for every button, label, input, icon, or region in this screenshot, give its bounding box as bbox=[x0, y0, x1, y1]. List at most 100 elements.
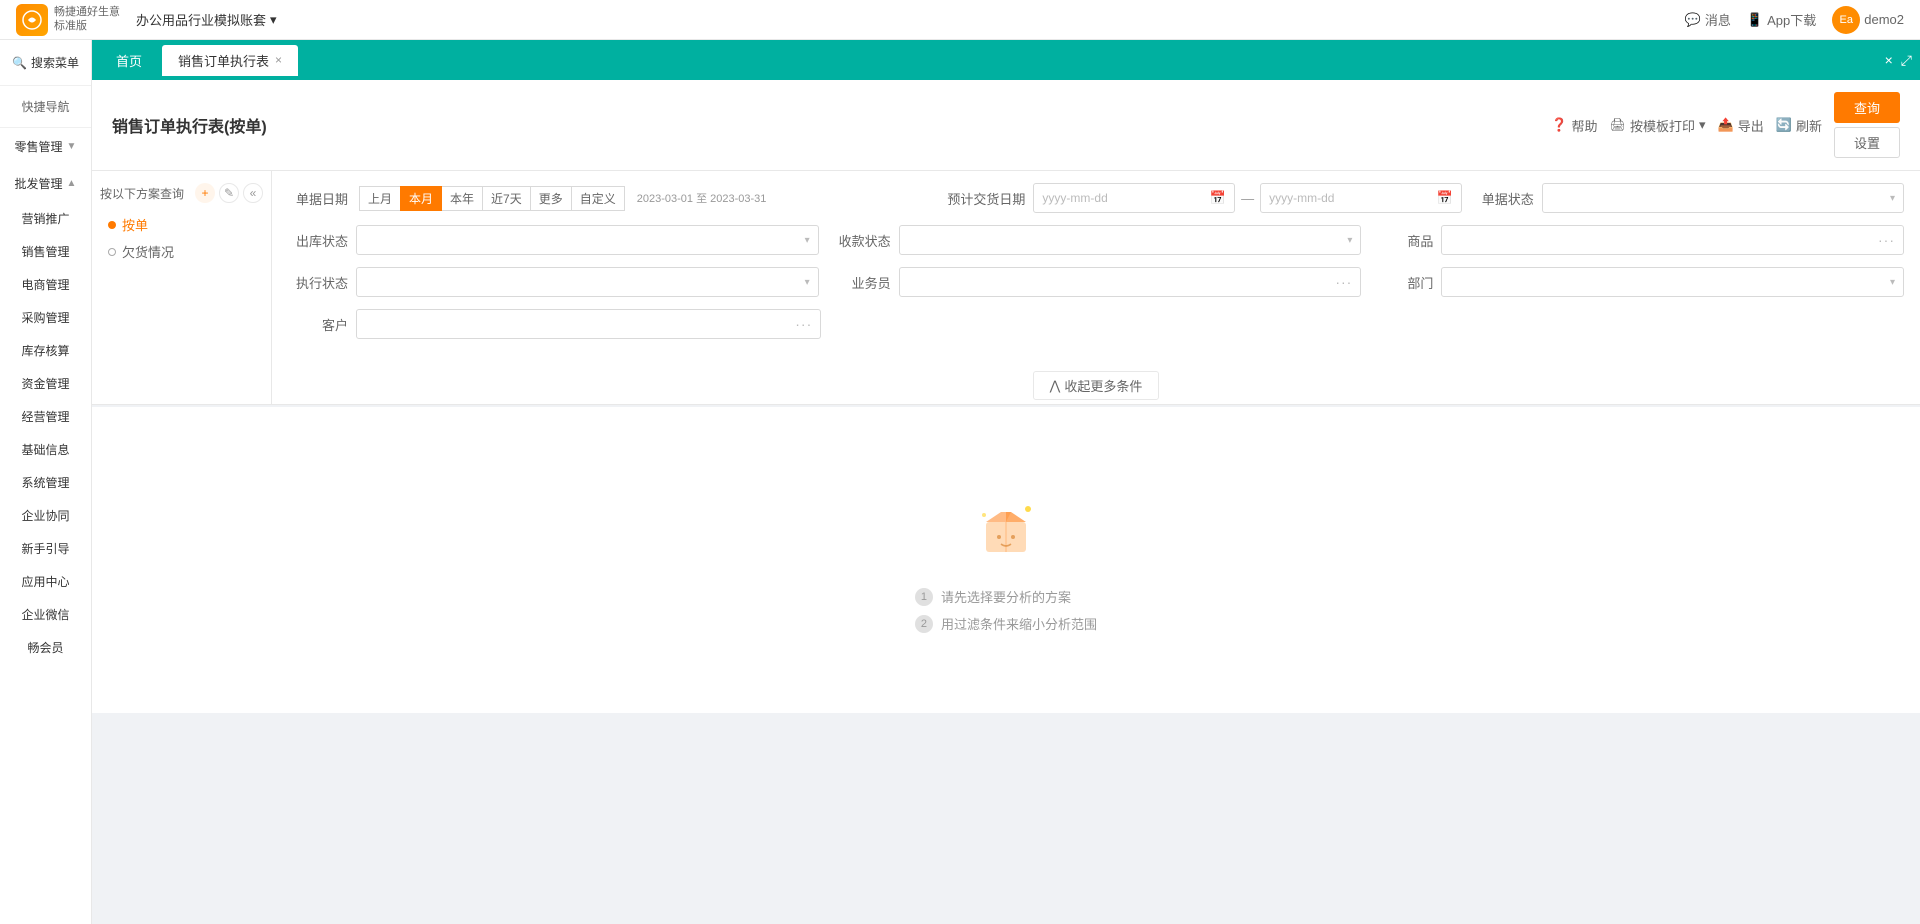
filter-item-status: 单据状态 ▾ bbox=[1474, 183, 1904, 213]
filter-item-ship: 出库状态 ▾ bbox=[288, 225, 819, 255]
sidebar-item-system[interactable]: 系统管理 bbox=[0, 466, 91, 499]
sidebar-item-member[interactable]: 畅会员 bbox=[0, 631, 91, 664]
page-header: 销售订单执行表(按单) ❓ 帮助 🖨 按模板打印 ▾ 📤 bbox=[92, 80, 1920, 171]
date-opt-last-month[interactable]: 上月 bbox=[359, 186, 401, 211]
scheme-item-shortage[interactable]: 欠货情况 bbox=[100, 238, 263, 265]
scheme-item-order[interactable]: 按单 bbox=[100, 211, 263, 238]
collect-status-label: 收款状态 bbox=[831, 231, 891, 250]
logo-icon bbox=[16, 4, 48, 36]
tab-home[interactable]: 首页 bbox=[100, 45, 158, 76]
filter-panel-top: 按以下方案查询 + ✎ « 按单 bbox=[92, 171, 1920, 404]
export-btn[interactable]: 📤 导出 bbox=[1718, 116, 1764, 135]
tip-num-1: 1 bbox=[915, 588, 933, 606]
collapse-icon: ⋀ bbox=[1050, 378, 1061, 394]
exec-status-select[interactable]: ▾ bbox=[356, 267, 819, 297]
filter-item-exec-status: 执行状态 ▾ bbox=[288, 267, 819, 297]
app-selector[interactable]: 办公用品行业模拟账套 ▾ bbox=[128, 6, 285, 33]
date-opt-last7[interactable]: 近7天 bbox=[482, 186, 531, 211]
avatar: Ea bbox=[1832, 6, 1860, 34]
product-label: 商品 bbox=[1373, 231, 1433, 250]
date-opt-more[interactable]: 更多 bbox=[530, 186, 572, 211]
ship-status-select[interactable]: ▾ bbox=[356, 225, 819, 255]
status-label: 单据状态 bbox=[1474, 189, 1534, 208]
tab-close-btn[interactable]: × bbox=[275, 53, 282, 67]
customer-input[interactable]: ··· bbox=[356, 309, 821, 339]
expected-date-start[interactable]: yyyy-mm-dd 📅 bbox=[1033, 183, 1235, 213]
scheme-edit-btn[interactable]: ✎ bbox=[219, 183, 239, 203]
sidebar-item-purchase[interactable]: 采购管理 bbox=[0, 301, 91, 334]
query-btn[interactable]: 查询 bbox=[1834, 92, 1900, 123]
date-opt-this-month[interactable]: 本月 bbox=[400, 186, 442, 211]
sidebar: 🔍 搜索菜单 快捷导航 零售管理 ▼ 批发管理 ▲ 营销推广 销售管理 电商管理… bbox=[0, 40, 92, 924]
quick-nav[interactable]: 快捷导航 bbox=[0, 86, 91, 128]
expected-date-label: 预计交货日期 bbox=[945, 189, 1025, 208]
filter-item-expected-date: 预计交货日期 yyyy-mm-dd 📅 — bbox=[945, 183, 1461, 213]
window-close-btn[interactable]: × bbox=[1885, 52, 1893, 68]
page-header-actions: ❓ 帮助 🖨 按模板打印 ▾ 📤 导出 🔄 bbox=[1551, 92, 1900, 158]
scheme-active-dot bbox=[108, 221, 116, 229]
sidebar-item-retail[interactable]: 零售管理 ▼ bbox=[0, 128, 91, 165]
product-more-icon: ··· bbox=[1878, 232, 1895, 248]
search-menu-btn[interactable]: 🔍 搜索菜单 bbox=[8, 48, 83, 77]
tab-active[interactable]: 销售订单执行表 × bbox=[162, 45, 298, 76]
sidebar-item-basic-info[interactable]: 基础信息 bbox=[0, 433, 91, 466]
help-icon: ❓ bbox=[1551, 117, 1567, 133]
filter-conditions-wrapper: 单据日期 上月 本月 本年 近7天 更多 bbox=[272, 171, 1920, 404]
expand-icon: ▲ bbox=[67, 178, 77, 189]
sidebar-item-inventory[interactable]: 库存核算 bbox=[0, 334, 91, 367]
main-container: 🔍 搜索菜单 快捷导航 零售管理 ▼ 批发管理 ▲ 营销推广 销售管理 电商管理… bbox=[0, 40, 1920, 924]
quick-nav-label[interactable]: 快捷导航 bbox=[0, 94, 91, 119]
sidebar-item-app-center[interactable]: 应用中心 bbox=[0, 565, 91, 598]
product-input[interactable]: ··· bbox=[1441, 225, 1904, 255]
empty-tip-1: 1 请先选择要分析的方案 bbox=[915, 587, 1097, 606]
sidebar-item-marketing[interactable]: 营销推广 bbox=[0, 202, 91, 235]
filter-item-product: 商品 ··· bbox=[1373, 225, 1904, 255]
window-max-btn[interactable]: ⤢ bbox=[1901, 52, 1912, 69]
sidebar-item-ecommerce[interactable]: 电商管理 bbox=[0, 268, 91, 301]
sidebar-item-newbie[interactable]: 新手引导 bbox=[0, 532, 91, 565]
logo-text: 畅捷通好生意 标准版 bbox=[54, 6, 120, 32]
filter-row-3: 执行状态 ▾ 业务员 ··· bbox=[288, 267, 1904, 297]
scheme-collapse-btn[interactable]: « bbox=[243, 183, 263, 203]
customer-more-icon: ··· bbox=[795, 316, 812, 332]
dept-label: 部门 bbox=[1373, 273, 1433, 292]
date-opt-custom[interactable]: 自定义 bbox=[571, 186, 625, 211]
filter-scheme-panel: 按以下方案查询 + ✎ « 按单 bbox=[92, 171, 272, 404]
empty-tip-2: 2 用过滤条件来缩小分析范围 bbox=[915, 614, 1097, 633]
calendar-start-icon: 📅 bbox=[1210, 190, 1226, 206]
refresh-btn[interactable]: 🔄 刷新 bbox=[1776, 116, 1822, 135]
ship-arrow-icon: ▾ bbox=[805, 235, 810, 246]
status-select[interactable]: ▾ bbox=[1542, 183, 1904, 213]
salesperson-more-icon: ··· bbox=[1335, 274, 1352, 290]
filter-row-4: 客户 ··· bbox=[288, 309, 1904, 339]
user-avatar[interactable]: Ea demo2 bbox=[1832, 6, 1904, 34]
settings-btn[interactable]: 设置 bbox=[1834, 127, 1900, 158]
date-label: 单据日期 bbox=[288, 189, 348, 208]
collect-status-select[interactable]: ▾ bbox=[899, 225, 1362, 255]
collect-arrow-icon: ▾ bbox=[1347, 235, 1352, 246]
sidebar-item-corp-wechat[interactable]: 企业微信 bbox=[0, 598, 91, 631]
salesperson-input[interactable]: ··· bbox=[899, 267, 1362, 297]
sidebar-search[interactable]: 🔍 搜索菜单 bbox=[0, 40, 91, 86]
date-opt-this-year[interactable]: 本年 bbox=[441, 186, 483, 211]
scheme-add-btn[interactable]: + bbox=[195, 183, 215, 203]
help-btn[interactable]: ❓ 帮助 bbox=[1551, 116, 1597, 135]
sidebar-item-sales[interactable]: 销售管理 bbox=[0, 235, 91, 268]
sidebar-item-wholesale[interactable]: 批发管理 ▲ bbox=[0, 165, 91, 202]
salesperson-label: 业务员 bbox=[831, 273, 891, 292]
app-download-btn[interactable]: 📱 App下载 bbox=[1747, 10, 1816, 29]
print-btn[interactable]: 🖨 按模板打印 ▾ bbox=[1610, 116, 1706, 135]
page-content: 销售订单执行表(按单) ❓ 帮助 🖨 按模板打印 ▾ 📤 bbox=[92, 80, 1920, 713]
message-btn[interactable]: 💬 消息 bbox=[1685, 10, 1731, 29]
collapse-btn[interactable]: ⋀ 收起更多条件 bbox=[1033, 371, 1160, 400]
dept-select[interactable]: ▾ bbox=[1441, 267, 1904, 297]
refresh-icon: 🔄 bbox=[1776, 117, 1792, 133]
sidebar-item-management[interactable]: 经营管理 bbox=[0, 400, 91, 433]
sidebar-item-finance[interactable]: 资金管理 bbox=[0, 367, 91, 400]
exec-arrow-icon: ▾ bbox=[805, 277, 810, 288]
dropdown-icon: ▾ bbox=[270, 12, 277, 28]
calendar-end-icon: 📅 bbox=[1437, 190, 1453, 206]
status-arrow-icon: ▾ bbox=[1890, 193, 1895, 204]
sidebar-item-corp-collab[interactable]: 企业协同 bbox=[0, 499, 91, 532]
expected-date-end[interactable]: yyyy-mm-dd 📅 bbox=[1260, 183, 1462, 213]
